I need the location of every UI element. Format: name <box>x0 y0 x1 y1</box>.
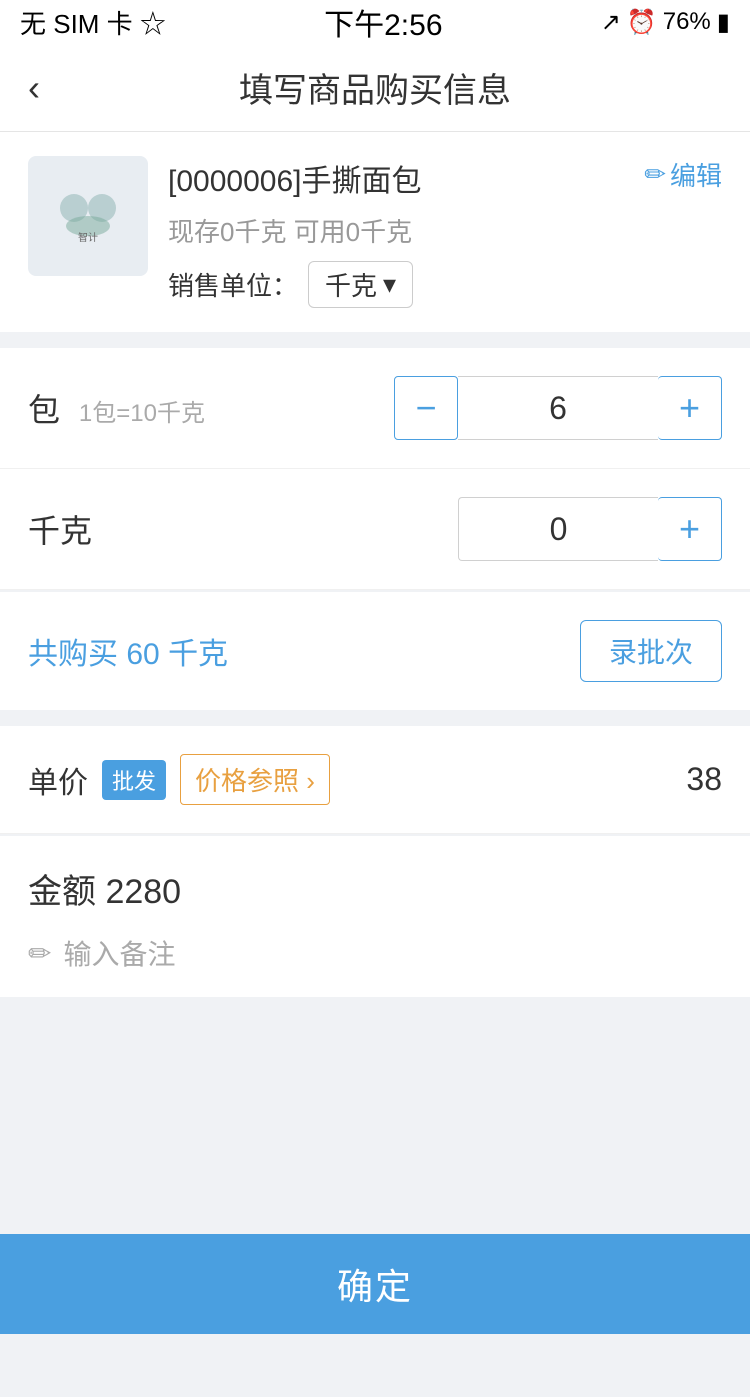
dropdown-icon: ▾ <box>383 269 396 300</box>
qty-label-bao: 包 <box>28 392 60 428</box>
quantity-row-kg: 千克 + <box>0 469 750 590</box>
confirm-button[interactable]: 确定 <box>0 1234 750 1334</box>
qty-input-bao[interactable] <box>458 376 658 440</box>
price-value: 38 <box>686 761 722 798</box>
qty-hint-bao: 1包=10千克 <box>79 400 205 427</box>
edit-icon: ✏ <box>644 159 666 190</box>
unit-select[interactable]: 千克 ▾ <box>308 261 413 308</box>
amount-row: 金额 2280 <box>28 864 722 913</box>
total-amount: 60 <box>126 638 159 671</box>
amount-value: 2280 <box>105 873 181 911</box>
price-tag: 批发 <box>102 760 166 800</box>
status-left: 无 SIM 卡 ☆ <box>20 4 166 41</box>
price-section: 单价 批发 价格参照 › 38 <box>0 726 750 834</box>
battery-level: 76% <box>663 8 711 36</box>
total-text: 共购买 60 千克 <box>28 629 228 673</box>
back-button[interactable]: ‹ <box>28 67 40 109</box>
nav-bar: ‹ 填写商品购买信息 <box>0 44 750 132</box>
qty-controls-bao: − + <box>394 376 722 440</box>
batch-button[interactable]: 录批次 <box>580 620 722 682</box>
svg-text:智计: 智计 <box>78 231 98 244</box>
qty-minus-bao[interactable]: − <box>394 376 458 440</box>
qty-label-kg: 千克 <box>28 513 92 549</box>
location-icon: ↗ <box>601 8 621 37</box>
price-ref-button[interactable]: 价格参照 › <box>180 754 330 805</box>
note-row[interactable]: ✏ 输入备注 <box>28 933 722 973</box>
product-info: [0000006]手撕面包 ✏ 编辑 现存0千克 可用0千克 销售单位： 千克 … <box>168 156 722 308</box>
quantity-row-bao: 包 1包=10千克 − + <box>0 348 750 469</box>
battery-icon: ▮ <box>717 8 730 37</box>
product-unit: 销售单位： 千克 ▾ <box>168 261 722 308</box>
alarm-icon: ⏰ <box>627 8 657 37</box>
price-label: 单价 <box>28 758 88 802</box>
product-stock: 现存0千克 可用0千克 <box>168 212 722 249</box>
sim-status: 无 SIM 卡 ☆ <box>20 4 166 41</box>
total-section: 共购买 60 千克 录批次 <box>0 592 750 710</box>
amount-section: 金额 2280 ✏ 输入备注 <box>0 836 750 997</box>
status-bar: 无 SIM 卡 ☆ 下午2:56 ↗ ⏰ 76% ▮ <box>0 0 750 44</box>
qty-input-kg[interactable] <box>458 497 658 561</box>
status-right: ↗ ⏰ 76% ▮ <box>601 8 730 37</box>
qty-plus-bao[interactable]: + <box>658 376 722 440</box>
quantity-section: 包 1包=10千克 − + 千克 + <box>0 348 750 590</box>
edit-button[interactable]: ✏ 编辑 <box>644 156 722 193</box>
note-placeholder: 输入备注 <box>63 933 175 973</box>
qty-controls-kg: + <box>458 497 722 561</box>
qty-plus-kg[interactable]: + <box>658 497 722 561</box>
pencil-icon: ✏ <box>28 937 51 970</box>
product-image: 智计 <box>28 156 148 276</box>
status-time: 下午2:56 <box>324 0 442 44</box>
product-name: [0000006]手撕面包 <box>168 156 421 200</box>
page-title: 填写商品购买信息 <box>239 63 511 112</box>
product-section: 智计 [0000006]手撕面包 ✏ 编辑 现存0千克 可用0千克 销售单位： … <box>0 132 750 332</box>
